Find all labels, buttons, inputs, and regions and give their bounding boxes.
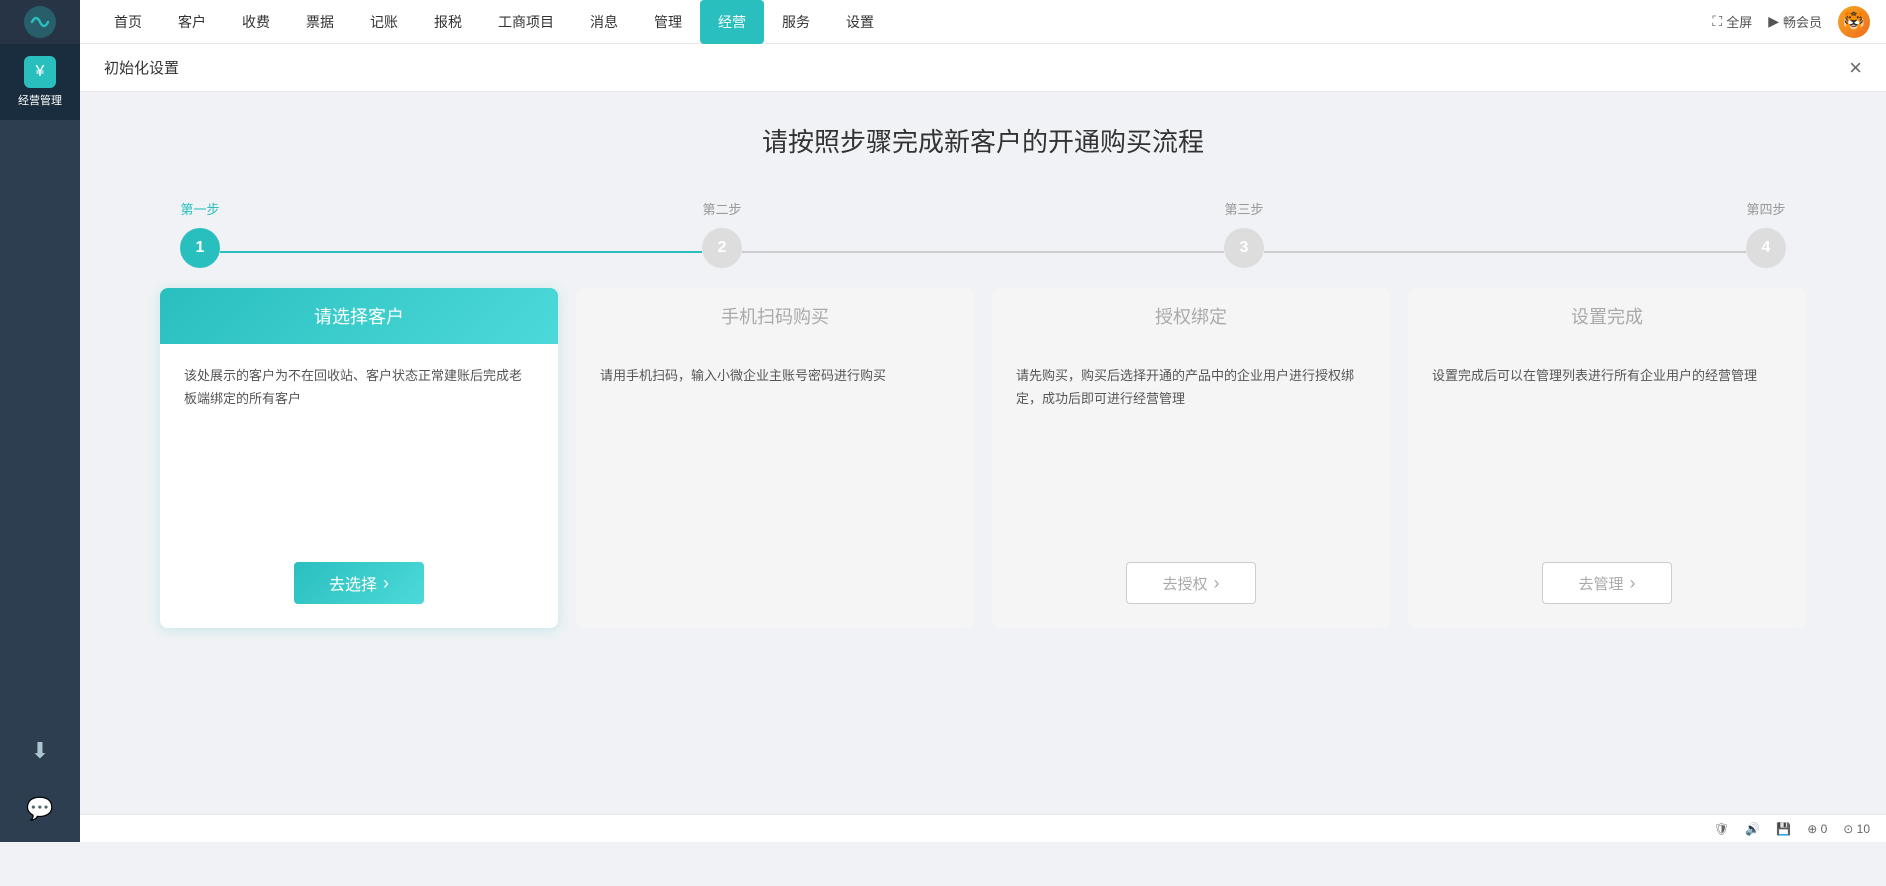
nav-right: ⛶ 全屏 ▶ 畅会员 🐯 xyxy=(1712,6,1870,38)
shield-icon: 🛡 xyxy=(1714,822,1729,836)
card-2-body: 请用手机扫码，输入小微企业主账号密码进行购买 xyxy=(576,344,974,604)
page-header: 初始化设置 × xyxy=(80,44,1886,92)
status-bar: ▶ 完成 🛡 🔊 💾 ⊕ 0 ⊙ 10 xyxy=(0,814,1886,842)
cards-row: 请选择客户 该处展示的客户为不在回收站、客户状态正常建账后完成老板端绑定的所有客… xyxy=(140,288,1826,628)
sidebar-logo xyxy=(0,0,80,44)
card-1: 请选择客户 该处展示的客户为不在回收站、客户状态正常建账后完成老板端绑定的所有客… xyxy=(160,288,558,628)
sidebar-bottom: ⬇ 💬 xyxy=(0,726,80,842)
card-1-button[interactable]: 去选择 › xyxy=(294,562,424,604)
nav-service[interactable]: 服务 xyxy=(764,0,828,44)
card-1-arrow-icon: › xyxy=(383,573,389,594)
step-3-label: 第三步 xyxy=(1224,199,1263,218)
step-2-circle: 2 xyxy=(702,228,742,268)
connector-3 xyxy=(1264,251,1746,253)
nav-operations[interactable]: 经营 xyxy=(700,0,764,44)
card-1-footer: 去选择 › xyxy=(160,562,558,628)
card-2-header: 手机扫码购买 xyxy=(576,288,974,344)
steps-row: 第一步 1 第二步 2 第三步 3 第四步 4 xyxy=(140,199,1826,268)
nav-customer[interactable]: 客户 xyxy=(160,0,224,44)
step-1-circle: 1 xyxy=(180,228,220,268)
card-4-body: 设置完成后可以在管理列表进行所有企业用户的经营管理 xyxy=(1408,344,1806,562)
card-3-arrow-icon: › xyxy=(1214,573,1220,594)
card-1-header: 请选择客户 xyxy=(160,288,558,344)
card-3-body: 请先购买，购买后选择开通的产品中的企业用户进行授权绑定，成功后即可进行经营管理 xyxy=(992,344,1390,562)
download-button[interactable]: ⬇ xyxy=(0,726,80,776)
nav-settings[interactable]: 设置 xyxy=(828,0,892,44)
member-button[interactable]: ▶ 畅会员 xyxy=(1768,12,1822,31)
avatar[interactable]: 🐯 xyxy=(1838,6,1870,38)
card-4-button[interactable]: 去管理 › xyxy=(1542,562,1672,604)
nav-accounting[interactable]: 记账 xyxy=(352,0,416,44)
step-2-label: 第二步 xyxy=(702,199,741,218)
card-1-body: 该处展示的客户为不在回收站、客户状态正常建账后完成老板端绑定的所有客户 xyxy=(160,344,558,562)
save-icon: 💾 xyxy=(1776,822,1791,836)
step-4-label: 第四步 xyxy=(1746,199,1785,218)
status-count-2: ⊙ 10 xyxy=(1843,822,1870,836)
step-1: 第一步 1 xyxy=(180,199,220,268)
card-4-arrow-icon: › xyxy=(1630,573,1636,594)
status-bar-right: 🛡 🔊 💾 ⊕ 0 ⊙ 10 xyxy=(1714,822,1870,836)
nav-messages[interactable]: 消息 xyxy=(572,0,636,44)
wizard-title: 请按照步骤完成新客户的开通购买流程 xyxy=(140,122,1826,159)
card-4-header: 设置完成 xyxy=(1408,288,1806,344)
nav-tax[interactable]: 报税 xyxy=(416,0,480,44)
step-1-label: 第一步 xyxy=(180,199,219,218)
status-count-1: ⊕ 0 xyxy=(1807,822,1827,836)
support-button[interactable]: 💬 xyxy=(0,784,80,834)
page-title: 初始化设置 xyxy=(104,57,179,78)
connector-2 xyxy=(742,251,1224,253)
step-4-circle: 4 xyxy=(1746,228,1786,268)
card-4-footer: 去管理 › xyxy=(1408,562,1806,628)
step-2: 第二步 2 xyxy=(702,199,742,268)
management-icon: ¥ xyxy=(24,56,56,88)
fullscreen-button[interactable]: ⛶ 全屏 xyxy=(1712,12,1752,31)
card-3: 授权绑定 请先购买，购买后选择开通的产品中的企业用户进行授权绑定，成功后即可进行… xyxy=(992,288,1390,628)
step-3-circle: 3 xyxy=(1224,228,1264,268)
top-nav: 首页 客户 收费 票据 记账 报税 工商项目 消息 管理 经营 服务 设置 ⛶ … xyxy=(80,0,1886,44)
wizard-container: 请按照步骤完成新客户的开通购买流程 第一步 1 第二步 2 第三步 3 xyxy=(80,92,1886,668)
card-3-header: 授权绑定 xyxy=(992,288,1390,344)
sidebar: ¥ 经营管理 ⬇ 💬 xyxy=(0,0,80,842)
card-3-button[interactable]: 去授权 › xyxy=(1126,562,1256,604)
nav-manage[interactable]: 管理 xyxy=(636,0,700,44)
nav-fees[interactable]: 收费 xyxy=(224,0,288,44)
nav-home[interactable]: 首页 xyxy=(96,0,160,44)
card-3-footer: 去授权 › xyxy=(992,562,1390,628)
sidebar-item-management[interactable]: ¥ 经营管理 xyxy=(0,44,80,120)
step-4: 第四步 4 xyxy=(1746,199,1786,268)
card-4: 设置完成 设置完成后可以在管理列表进行所有企业用户的经营管理 去管理 › xyxy=(1408,288,1806,628)
close-button[interactable]: × xyxy=(1849,57,1862,79)
volume-icon: 🔊 xyxy=(1745,822,1760,836)
connector-1 xyxy=(220,251,702,253)
card-2-footer xyxy=(576,604,974,628)
card-2: 手机扫码购买 请用手机扫码，输入小微企业主账号密码进行购买 xyxy=(576,288,974,628)
main-content: 初始化设置 × 请按照步骤完成新客户的开通购买流程 第一步 1 第二步 2 第三… xyxy=(80,44,1886,842)
step-3: 第三步 3 xyxy=(1224,199,1264,268)
nav-invoices[interactable]: 票据 xyxy=(288,0,352,44)
nav-business[interactable]: 工商项目 xyxy=(480,0,572,44)
